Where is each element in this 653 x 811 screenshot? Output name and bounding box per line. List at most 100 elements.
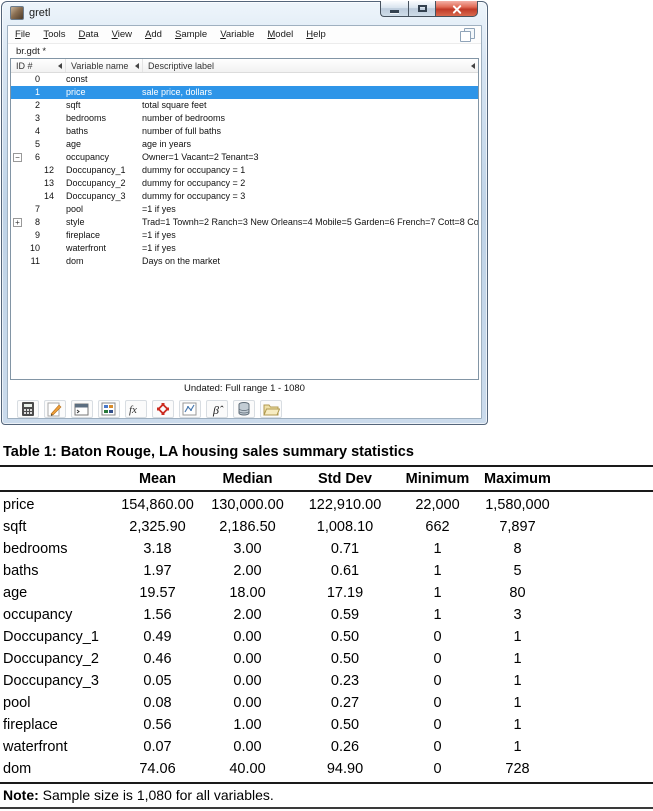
variable-list: ID # Variable name Descriptive label 0 co… (10, 58, 479, 380)
variable-row-age[interactable]: 5 age age in years (11, 138, 478, 151)
variable-label: Trad=1 Townh=2 Ranch=3 New Orleans=4 Mob… (142, 217, 478, 227)
variable-name: age (66, 139, 82, 149)
variable-row-bedrooms[interactable]: 3 bedrooms number of bedrooms (11, 112, 478, 125)
cell-value: 0.71 (330, 541, 360, 557)
scatter-plot-icon[interactable] (179, 400, 201, 418)
sort-arrow-icon[interactable] (58, 62, 62, 69)
row-label: Doccupancy_3 (3, 673, 99, 689)
menu-variable[interactable]: Variable (220, 29, 254, 40)
variable-row-style[interactable]: 8 style Trad=1 Townh=2 Ranch=3 New Orleans… (11, 216, 478, 229)
cell-value: 154,860.00 (121, 497, 194, 513)
menu-model[interactable]: Model (267, 29, 293, 40)
cell-value: 0.05 (143, 673, 172, 689)
cell-value: 0.00 (233, 673, 262, 689)
minimize-button[interactable] (380, 1, 408, 17)
cell-value: 0.26 (330, 739, 360, 755)
variable-label: number of full baths (142, 126, 222, 136)
calculator-icon[interactable] (17, 400, 39, 418)
cell-value: 0 (433, 761, 442, 777)
variable-row-Doccupancy_2[interactable]: 13 Doccupancy_2 dummy for occupancy = 2 (11, 177, 478, 190)
row-label: waterfront (3, 739, 68, 755)
cell-value: 0.08 (143, 695, 172, 711)
svg-text:β̂: β̂ (212, 403, 224, 417)
menu-add[interactable]: Add (145, 29, 162, 40)
menu-bar: File Tools Data View Add Sample Variable Model H… (8, 26, 481, 44)
title-bar[interactable]: gretl (2, 1, 487, 24)
folder-open-icon[interactable] (260, 400, 282, 418)
cell-value: 1 (513, 717, 522, 733)
toolbar: fx β̂ (8, 396, 481, 418)
variable-name: Doccupancy_1 (66, 165, 126, 175)
dataset-grid-icon[interactable] (98, 400, 120, 418)
cell-value: 7,897 (499, 519, 536, 535)
variable-name: sqft (66, 100, 81, 110)
menu-tools[interactable]: Tools (43, 29, 65, 40)
cell-value: 1.56 (143, 607, 172, 623)
column-header-variable-name[interactable]: Variable name (66, 59, 143, 72)
status-bar: Undated: Full range 1 - 1080 (184, 383, 305, 394)
variable-name: const (66, 74, 88, 84)
cell-value: 0 (433, 673, 442, 689)
column-header-id[interactable]: ID # (11, 59, 66, 72)
variable-id: 1 (34, 87, 40, 97)
variable-row-sqft[interactable]: 2 sqft total square feet (11, 99, 478, 112)
row-label: bedrooms (3, 541, 68, 557)
cell-value: 0.49 (143, 629, 172, 645)
variable-row-dom[interactable]: 11 dom Days on the market (11, 255, 478, 268)
console-icon[interactable] (71, 400, 93, 418)
menu-view[interactable]: View (112, 29, 132, 40)
close-button[interactable] (435, 1, 478, 17)
table-row-Doccupancy_3: Doccupancy_3 0.05 0.00 0.23 0 1 (0, 670, 653, 692)
column-header-descriptive-label[interactable]: Descriptive label (143, 59, 478, 72)
cell-value: 5 (513, 563, 522, 579)
gretl-window: gretl File Tools Data View Add Sample Variable… (1, 1, 488, 425)
variable-row-occupancy[interactable]: 6 occupancy Owner=1 Vacant=2 Tenant=3 (11, 151, 478, 164)
summary-table-section: Table 1: Baton Rouge, LA housing sales s… (0, 443, 653, 809)
variable-label: =1 if yes (142, 204, 176, 214)
cell-value: 18.00 (229, 585, 266, 601)
cell-value: 0.50 (330, 717, 360, 733)
variable-row-waterfront[interactable]: 10 waterfront =1 if yes (11, 242, 478, 255)
cell-value: 0.27 (330, 695, 360, 711)
maximize-button[interactable] (408, 1, 435, 17)
variable-id-zone: 7 (11, 203, 66, 216)
variable-row-Doccupancy_1[interactable]: 12 Doccupancy_1 dummy for occupancy = 1 (11, 164, 478, 177)
menu-sample[interactable]: Sample (175, 29, 207, 40)
cell-value: 1 (433, 541, 442, 557)
variable-row-pool[interactable]: 7 pool =1 if yes (11, 203, 478, 216)
menu-data[interactable]: Data (79, 29, 99, 40)
cell-value: 8 (513, 541, 522, 557)
variable-id: 6 (34, 152, 40, 162)
variable-label: =1 if yes (142, 243, 176, 253)
variable-row-const[interactable]: 0 const (11, 73, 478, 86)
cell-value: 0.00 (233, 739, 262, 755)
beta-hat-icon[interactable]: β̂ (206, 400, 228, 418)
variable-name: baths (66, 126, 89, 136)
variable-row-Doccupancy_3[interactable]: 14 Doccupancy_3 dummy for occupancy = 3 (11, 190, 478, 203)
new-window-icon[interactable] (460, 28, 475, 42)
variable-id: 7 (34, 204, 40, 214)
database-icon[interactable] (233, 400, 255, 418)
cell-value: 0.46 (143, 651, 172, 667)
dataset-label: br.gdt * (16, 46, 47, 57)
menu-help[interactable]: Help (306, 29, 326, 40)
sort-arrow-icon[interactable] (135, 62, 139, 69)
variable-id: 4 (34, 126, 40, 136)
variable-name: fireplace (66, 230, 101, 240)
cell-value: 0.00 (233, 695, 262, 711)
session-view-icon[interactable] (152, 400, 174, 418)
variable-row-price[interactable]: 1 price sale price, dollars (11, 86, 478, 99)
variable-id: 12 (43, 165, 54, 175)
sort-arrow-icon[interactable] (471, 62, 475, 69)
function-fx-icon[interactable]: fx (125, 400, 147, 418)
table-note: Note: Sample size is 1,080 for all varia… (0, 784, 653, 809)
menu-file[interactable]: File (15, 29, 30, 40)
variable-id-zone: 3 (11, 112, 66, 125)
cell-value: 17.19 (326, 585, 364, 601)
variable-row-baths[interactable]: 4 baths number of full baths (11, 125, 478, 138)
script-edit-icon[interactable] (44, 400, 66, 418)
window-title: gretl (29, 7, 51, 19)
variable-id: 14 (43, 191, 54, 201)
variable-row-fireplace[interactable]: 9 fireplace =1 if yes (11, 229, 478, 242)
variable-id-zone: 14 (11, 190, 66, 203)
